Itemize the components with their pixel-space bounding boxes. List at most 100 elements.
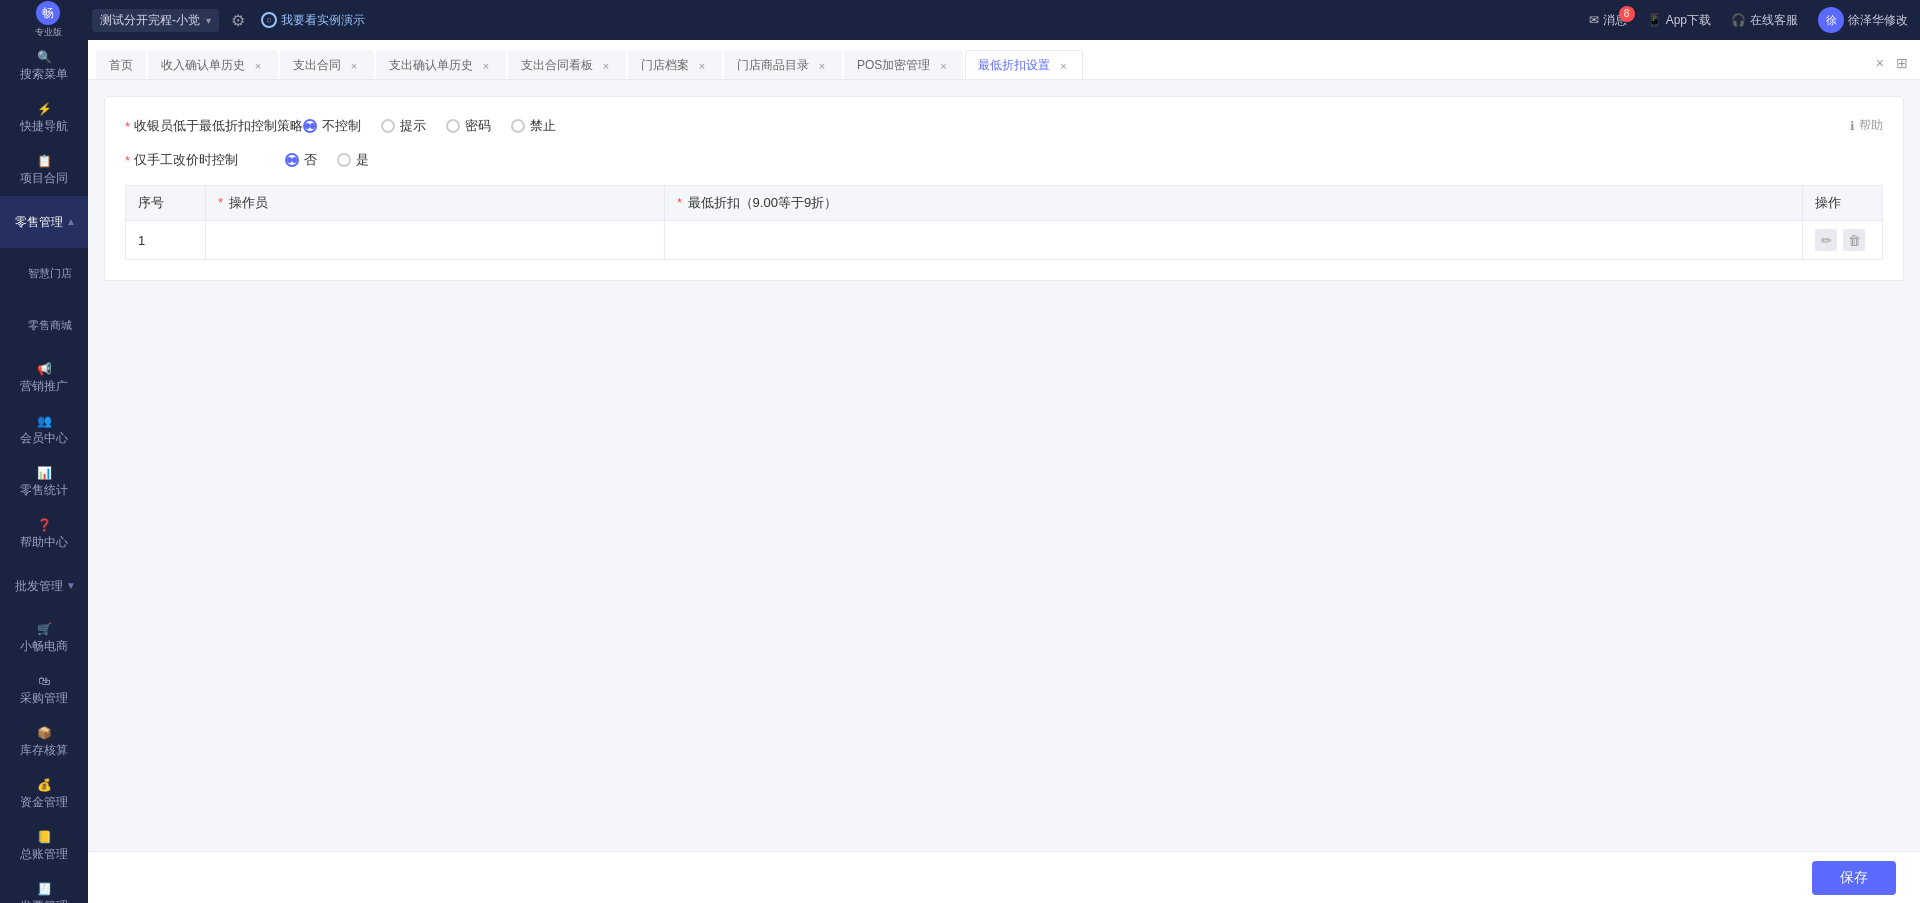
radio-remind[interactable]: 提示 [381,117,426,135]
sidebar-item-retail-mall[interactable]: 零售商城 [0,300,88,352]
search-icon: 🔍 [37,49,52,66]
sidebar-item-smart-store[interactable]: 智慧门店 [0,248,88,300]
sidebar-label-ledger: 总账管理 [20,846,68,863]
project-selector[interactable]: 测试分开完程-小觉 ▾ [92,9,219,32]
user-menu[interactable]: 徐 徐泽华修改 [1818,7,1908,33]
sidebar-item-member[interactable]: 👥 会员中心 [0,404,88,456]
sidebar-label-project: 项目合同 [20,170,68,187]
sidebar-label-invoice: 发票管理 [20,898,68,903]
sidebar-item-inventory[interactable]: 📦 库存核算 [0,716,88,768]
table-header: 序号 * 操作员 * 最低折扣（9.00等于9折） [126,186,1883,221]
sidebar-label-retail: 零售管理 [12,214,66,231]
tab-pos-password-close[interactable]: × [936,59,950,73]
tab-payment-confirm-history[interactable]: 支出确认单历史 × [376,50,506,80]
message-icon: ✉ [1589,13,1599,27]
demo-link[interactable]: ○ 我要看实例演示 [261,12,365,29]
demo-text: 我要看实例演示 [281,12,365,29]
form-label-manual-price: * 仅手工改价时控制 [125,151,285,169]
chevron-down-icon: ▾ [206,15,211,26]
logo-text: 专业版 [35,26,62,39]
tab-payment-contract-board[interactable]: 支出合同看板 × [508,50,626,80]
project-icon: 📋 [37,153,52,170]
radio-no-control-circle [303,119,317,133]
app-logo: 畅 专业版 [12,1,84,39]
help-label: 帮助 [1859,117,1883,134]
tab-payment-confirm-history-close[interactable]: × [479,59,493,73]
tab-store-product-catalog-close[interactable]: × [815,59,829,73]
tab-payment-contract-close[interactable]: × [347,59,361,73]
sidebar: 🔍 搜索菜单 ⚡ 快捷导航 📋 项目合同 零售管理 ▲ 智慧门店 零售商城 📢 … [0,40,88,903]
online-service-label: 在线客服 [1750,12,1798,29]
sidebar-item-purchase[interactable]: 🛍 采购管理 [0,664,88,716]
ledger-icon: 📒 [37,829,52,846]
topbar: 畅 专业版 测试分开完程-小觉 ▾ ⚙ ○ 我要看实例演示 ✉ 消息 8 📱 A… [0,0,1920,40]
col-min-discount-required: * [677,195,682,210]
app-download-button[interactable]: 📱 App下载 [1647,12,1711,29]
sidebar-item-ecommerce[interactable]: 🛒 小畅电商 [0,612,88,664]
member-icon: 👥 [37,413,52,430]
tab-pos-password[interactable]: POS加密管理 × [844,50,963,80]
tab-income-history-close[interactable]: × [251,59,265,73]
sidebar-label-help: 帮助中心 [20,534,68,551]
online-service-button[interactable]: 🎧 在线客服 [1731,12,1798,29]
col-min-discount: * 最低折扣（9.00等于9折） [664,186,1802,221]
delete-icon[interactable]: 🗑 [1843,229,1865,251]
tab-store-product-catalog[interactable]: 门店商品目录 × [724,50,842,80]
sidebar-item-project[interactable]: 📋 项目合同 [0,144,88,196]
sidebar-label-wholesale: 批发管理 [12,578,66,595]
sidebar-item-retail[interactable]: 零售管理 ▲ [0,196,88,248]
message-button[interactable]: ✉ 消息 8 [1589,12,1627,29]
radio-group-manual-price: 否 是 [285,151,369,169]
sidebar-label-inventory: 库存核算 [20,742,68,759]
radio-yes[interactable]: 是 [337,151,369,169]
logo-icon: 畅 [36,1,60,25]
tabbar-controls: × ⊞ [1872,53,1912,79]
tab-store-file-close[interactable]: × [695,59,709,73]
sidebar-item-marketing[interactable]: 📢 营销推广 [0,352,88,404]
marketing-icon: 📢 [37,361,52,378]
radio-forbid[interactable]: 禁止 [511,117,556,135]
tab-income-history[interactable]: 收入确认单历史 × [148,50,278,80]
form-row-discount-control: * 收银员低于最低折扣控制策略 不控制 [125,117,1883,135]
tab-expand-button[interactable]: ⊞ [1892,53,1912,73]
sidebar-item-finance[interactable]: 💰 资金管理 [0,768,88,820]
help-link[interactable]: ℹ 帮助 [1850,117,1883,134]
sidebar-item-ledger[interactable]: 📒 总账管理 [0,820,88,872]
col-seq: 序号 [126,186,206,221]
settings-icon[interactable]: ⚙ [231,11,245,30]
tab-pos-password-label: POS加密管理 [857,57,930,74]
tab-home-label: 首页 [109,57,133,74]
tab-home[interactable]: 首页 [96,50,146,80]
cell-action-1: ✏ 🗑 [1803,221,1883,260]
main-layout: 🔍 搜索菜单 ⚡ 快捷导航 📋 项目合同 零售管理 ▲ 智慧门店 零售商城 📢 … [0,40,1920,903]
tab-payment-contract[interactable]: 支出合同 × [280,50,374,80]
sidebar-item-help[interactable]: ❓ 帮助中心 [0,508,88,560]
tab-min-discount-close[interactable]: × [1056,59,1070,73]
required-mark-1: * [125,119,130,134]
radio-no[interactable]: 否 [285,151,317,169]
sidebar-item-wholesale[interactable]: 批发管理 ▼ [0,560,88,612]
cell-min-discount-1[interactable] [664,221,1802,260]
sidebar-item-quicknav[interactable]: ⚡ 快捷导航 [0,92,88,144]
cell-operator-1[interactable] [206,221,665,260]
sidebar-item-retail-stat[interactable]: 📊 零售统计 [0,456,88,508]
tab-store-file[interactable]: 门店档案 × [628,50,722,80]
invoice-icon: 🧾 [37,881,52,898]
edit-icon[interactable]: ✏ [1815,229,1837,251]
tab-close-all-button[interactable]: × [1872,53,1888,73]
app-download-label: App下载 [1666,12,1711,29]
sidebar-item-invoice[interactable]: 🧾 发票管理 [0,872,88,903]
save-button[interactable]: 保存 [1812,861,1896,895]
tab-income-history-label: 收入确认单历史 [161,57,245,74]
sidebar-label-retail-stat: 零售统计 [20,482,68,499]
radio-no-control[interactable]: 不控制 [303,117,361,135]
tabbar: 首页 收入确认单历史 × 支出合同 × 支出确认单历史 × 支出合同看板 × 门… [88,40,1920,80]
project-name: 测试分开完程-小觉 [100,12,200,29]
tab-min-discount[interactable]: 最低折扣设置 × [965,50,1083,80]
radio-password[interactable]: 密码 [446,117,491,135]
form-label-discount-control: * 收银员低于最低折扣控制策略 [125,117,303,135]
sidebar-item-search[interactable]: 🔍 搜索菜单 [0,40,88,92]
col-action: 操作 [1803,186,1883,221]
tab-payment-contract-board-close[interactable]: × [599,59,613,73]
tab-payment-contract-label: 支出合同 [293,57,341,74]
